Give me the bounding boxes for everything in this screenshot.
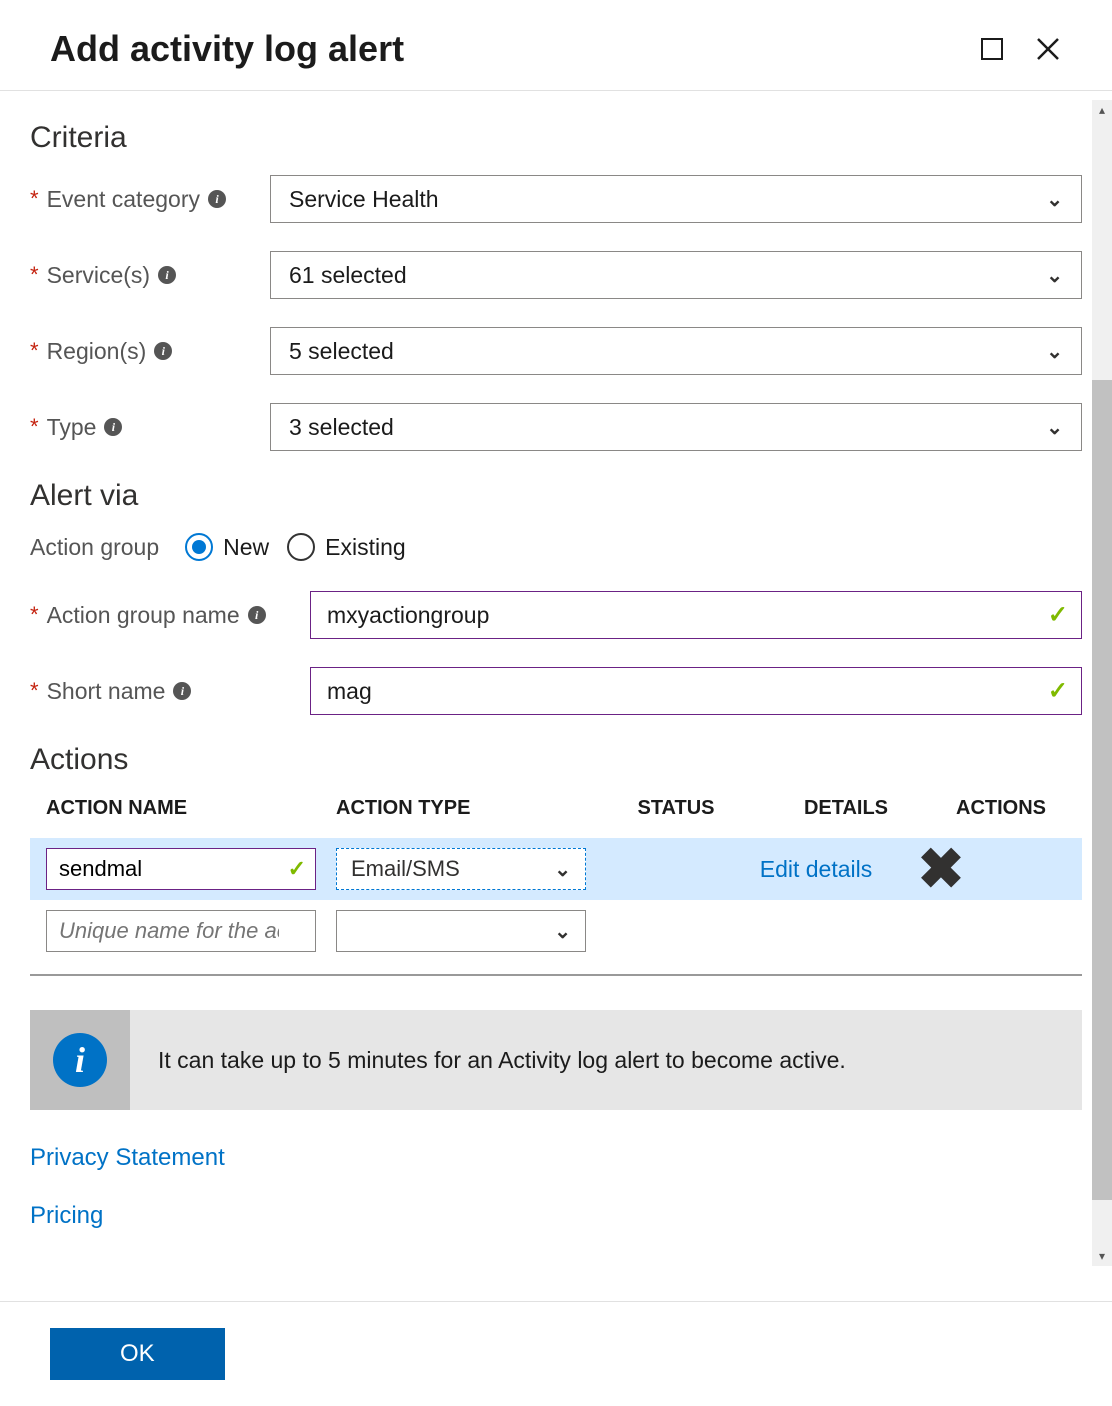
required-indicator: * — [30, 188, 39, 210]
criteria-section-title: Criteria — [30, 121, 1082, 155]
action-type-dropdown-empty[interactable]: ⌄ — [336, 910, 586, 952]
valid-check-icon: ✓ — [1048, 601, 1068, 630]
short-name-label: Short name — [47, 678, 166, 705]
action-group-label: Action group — [30, 534, 159, 561]
chevron-down-icon: ⌄ — [554, 857, 571, 882]
scrollbar[interactable]: ▴ ▾ — [1092, 100, 1112, 1266]
info-icon[interactable]: i — [173, 682, 191, 700]
radio-existing[interactable]: Existing — [287, 533, 406, 561]
chevron-down-icon: ⌄ — [1046, 187, 1063, 212]
info-icon[interactable]: i — [248, 606, 266, 624]
type-row: * Type i 3 selected ⌄ — [30, 403, 1082, 451]
event-category-label: Event category — [47, 186, 200, 213]
regions-row: * Region(s) i 5 selected ⌄ — [30, 327, 1082, 375]
required-indicator: * — [30, 680, 39, 702]
close-icon[interactable] — [1034, 35, 1062, 63]
short-name-row: * Short name i ✓ — [30, 667, 1082, 715]
event-category-row: * Event category i Service Health ⌄ — [30, 175, 1082, 223]
required-indicator: * — [30, 264, 39, 286]
actions-table-header: ACTION NAME ACTION TYPE STATUS DETAILS A… — [30, 797, 1082, 838]
valid-check-icon: ✓ — [1048, 677, 1068, 706]
dialog-footer: OK — [0, 1301, 1112, 1406]
info-banner: i It can take up to 5 minutes for an Act… — [30, 1010, 1082, 1110]
info-banner-text: It can take up to 5 minutes for an Activ… — [130, 1047, 874, 1074]
valid-check-icon: ✓ — [288, 856, 306, 882]
action-group-name-label: Action group name — [47, 602, 240, 629]
alert-via-section-title: Alert via — [30, 479, 1082, 513]
chevron-down-icon: ⌄ — [554, 919, 571, 944]
services-label: Service(s) — [47, 262, 151, 289]
header-controls — [978, 35, 1062, 63]
maximize-icon[interactable] — [978, 35, 1006, 63]
services-row: * Service(s) i 61 selected ⌄ — [30, 251, 1082, 299]
regions-dropdown[interactable]: 5 selected ⌄ — [270, 327, 1082, 375]
col-header-name: ACTION NAME — [46, 797, 336, 820]
type-label: Type — [47, 414, 97, 441]
action-type-dropdown[interactable]: Email/SMS ⌄ — [336, 848, 586, 890]
info-icon[interactable]: i — [208, 190, 226, 208]
privacy-link[interactable]: Privacy Statement — [30, 1144, 1082, 1172]
col-header-status: STATUS — [596, 797, 756, 820]
action-group-name-input[interactable] — [310, 591, 1082, 639]
event-category-dropdown[interactable]: Service Health ⌄ — [270, 175, 1082, 223]
scrollbar-thumb[interactable] — [1092, 380, 1112, 1200]
info-icon[interactable]: i — [158, 266, 176, 284]
type-dropdown[interactable]: 3 selected ⌄ — [270, 403, 1082, 451]
dialog-title: Add activity log alert — [50, 28, 404, 70]
chevron-down-icon: ⌄ — [1046, 339, 1063, 364]
regions-label: Region(s) — [47, 338, 147, 365]
info-icon[interactable]: i — [154, 342, 172, 360]
action-name-input[interactable] — [46, 848, 316, 890]
required-indicator: * — [30, 340, 39, 362]
info-icon: i — [53, 1033, 107, 1087]
actions-section-title: Actions — [30, 743, 1082, 777]
scroll-down-icon[interactable]: ▾ — [1092, 1246, 1112, 1266]
col-header-type: ACTION TYPE — [336, 797, 596, 820]
actions-table: ACTION NAME ACTION TYPE STATUS DETAILS A… — [30, 797, 1082, 976]
short-name-input[interactable] — [310, 667, 1082, 715]
edit-details-link[interactable]: Edit details — [726, 856, 906, 883]
info-icon[interactable]: i — [104, 418, 122, 436]
ok-button[interactable]: OK — [50, 1328, 225, 1380]
chevron-down-icon: ⌄ — [1046, 263, 1063, 288]
action-group-radio-row: Action group New Existing — [30, 533, 1082, 561]
dialog-content: Criteria * Event category i Service Heal… — [0, 91, 1112, 1297]
col-header-details: DETAILS — [756, 797, 936, 820]
radio-new[interactable]: New — [185, 533, 269, 561]
required-indicator: * — [30, 604, 39, 626]
services-dropdown[interactable]: 61 selected ⌄ — [270, 251, 1082, 299]
chevron-down-icon: ⌄ — [1046, 415, 1063, 440]
action-row: ✓ Email/SMS ⌄ Edit details ✖ — [30, 838, 1082, 900]
scroll-up-icon[interactable]: ▴ — [1092, 100, 1112, 120]
required-indicator: * — [30, 416, 39, 438]
action-row-new: ⌄ — [30, 900, 1082, 976]
action-group-name-row: * Action group name i ✓ — [30, 591, 1082, 639]
dialog-header: Add activity log alert — [0, 0, 1112, 91]
col-header-actions: ACTIONS — [936, 797, 1066, 820]
action-name-placeholder-input[interactable] — [46, 910, 316, 952]
pricing-link[interactable]: Pricing — [30, 1202, 1082, 1230]
delete-action-icon[interactable]: ✖ — [906, 852, 976, 886]
